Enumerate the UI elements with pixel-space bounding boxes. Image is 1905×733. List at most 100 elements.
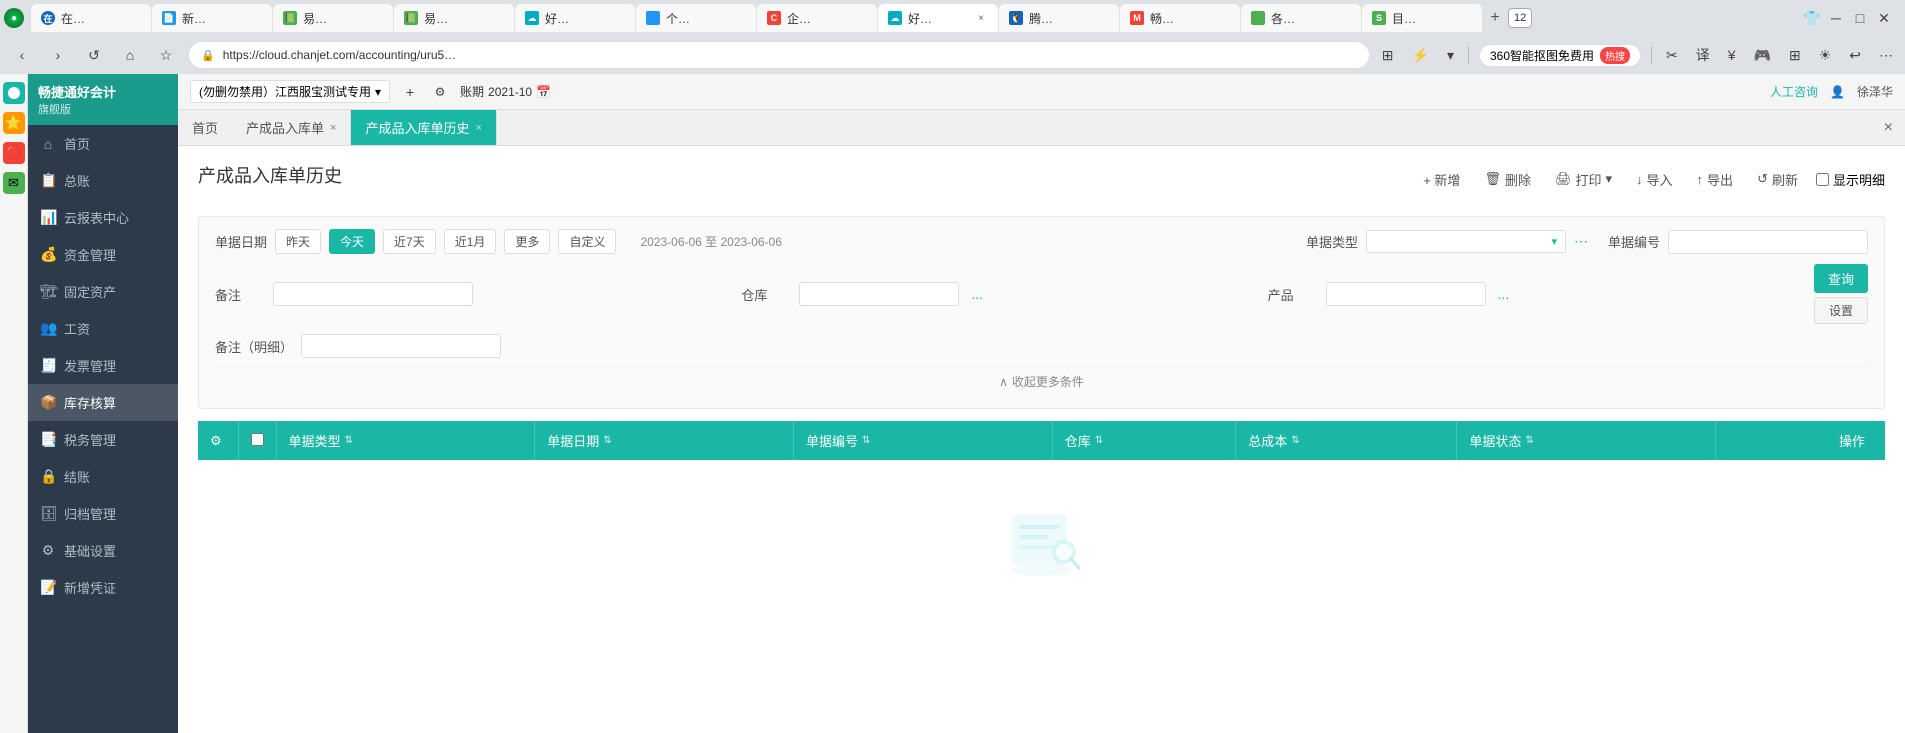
import-button[interactable]: ↓ 导入 [1630,166,1679,193]
filter-settings-button[interactable]: 设置 [1814,297,1868,324]
grid-icon[interactable]: ⊞ [1378,43,1398,68]
home-nav-button[interactable]: ⌂ [116,41,144,69]
breadcrumb-tab-1-close[interactable]: × [330,122,336,134]
tab-count[interactable]: 12 [1508,8,1532,28]
th-checkbox[interactable] [238,421,276,460]
th-number[interactable]: 单据编号 ⇅ [794,421,1053,460]
sidebar-item-assets[interactable]: 🏗 固定资产 [28,273,178,310]
date-btn-1month[interactable]: 近1月 [444,229,497,254]
tab-10[interactable]: M 畅… [1120,4,1240,32]
refresh-nav-button[interactable]: ↺ [80,41,108,69]
tab-2[interactable]: 📄 新… [152,4,272,32]
date-btn-7days[interactable]: 近7天 [383,229,436,254]
sidebar-item-ledger[interactable]: 📋 总账 [28,162,178,199]
export-button[interactable]: ↑ 导出 [1691,166,1740,193]
detail-note-input[interactable] [301,334,501,358]
user-service-button[interactable]: 人工咨询 [1770,83,1818,100]
icon-bar-mail[interactable]: ✉ [3,172,25,194]
translate-icon[interactable]: 译 [1692,41,1714,69]
lightning-icon[interactable]: ⚡ [1408,43,1433,68]
icon-bar-app[interactable] [3,82,25,104]
add-tab-button[interactable]: + [1483,6,1507,30]
browser-search-bar[interactable]: 360智能抠图免费用 热搜 [1479,44,1641,67]
date-btn-more[interactable]: 更多 [504,229,550,254]
gamepad-icon[interactable]: 🎮 [1750,43,1775,68]
close-button[interactable]: ✕ [1877,11,1891,25]
date-btn-today[interactable]: 今天 [329,229,375,254]
url-bar[interactable]: 🔒 https://cloud.chanjet.com/accounting/u… [188,41,1370,69]
display-detail-checkbox[interactable] [1816,173,1829,186]
sidebar-item-settings[interactable]: ⚙ 基础设置 [28,532,178,569]
bookmark-button[interactable]: ☆ [152,41,180,69]
add-company-button[interactable]: + [400,82,420,102]
tab-9-label: 腾… [1029,10,1053,27]
apps-icon[interactable]: ⊞ [1785,43,1805,68]
query-button[interactable]: 查询 [1814,264,1868,293]
tab-3[interactable]: 📗 易… [273,4,393,32]
panel-close-button[interactable]: × [1872,111,1905,145]
shirt-icon[interactable]: 👕 [1805,11,1819,25]
warehouse-dots-button[interactable]: ... [967,286,987,302]
th-cost[interactable]: 总成本 ⇅ [1236,421,1457,460]
th-warehouse[interactable]: 仓库 ⇅ [1052,421,1236,460]
scissors-icon[interactable]: ✂ [1662,43,1682,68]
icon-bar-weibo[interactable]: 🔴 [3,142,25,164]
delete-button[interactable]: 🗑 删除 [1478,166,1537,193]
type-select[interactable]: ▾ [1366,230,1566,253]
print-button[interactable]: 🖨 打印 ▾ [1549,166,1618,193]
refresh-button[interactable]: ↺ 刷新 [1751,166,1804,193]
more-icon[interactable]: ⋯ [1875,43,1897,68]
sun-icon[interactable]: ☀ [1815,43,1836,68]
minimize-button[interactable]: ─ [1829,11,1843,25]
back-button[interactable]: ‹ [8,41,36,69]
tab-6[interactable]: 个… [636,4,756,32]
tab-1[interactable]: 在 在… [31,4,151,32]
th-date[interactable]: 单据日期 ⇅ [535,421,794,460]
tab-11[interactable]: 各… [1241,4,1361,32]
tab-9[interactable]: 🐧 腾… [999,4,1119,32]
tab-5[interactable]: ☁ 好… [515,4,635,32]
tab-7[interactable]: C 企… [757,4,877,32]
tab-8-close[interactable]: × [974,11,988,25]
sidebar-item-newdoc[interactable]: 📝 新增凭证 [28,569,178,606]
sidebar-item-close[interactable]: 🔒 结账 [28,458,178,495]
tab-4[interactable]: 📗 易… [394,4,514,32]
date-btn-yesterday[interactable]: 昨天 [275,229,321,254]
dropdown-icon[interactable]: ▾ [1443,43,1458,68]
sidebar-item-archive[interactable]: 🗄 归档管理 [28,495,178,532]
undo-icon[interactable]: ↩ [1845,43,1865,68]
yuan-icon[interactable]: ¥ [1724,43,1740,67]
select-all-checkbox[interactable] [251,433,264,446]
display-detail[interactable]: 显示明细 [1816,170,1885,189]
th-status[interactable]: 单据状态 ⇅ [1457,421,1716,460]
breadcrumb-tab-1[interactable]: 产成品入库单 × [232,110,351,145]
sidebar-item-reports[interactable]: 📊 云报表中心 [28,199,178,236]
th-gear[interactable]: ⚙ [198,421,238,460]
settings-company-button[interactable]: ⚙ [430,82,450,102]
maximize-button[interactable]: □ [1853,11,1867,25]
number-filter-input[interactable] [1668,230,1868,254]
sidebar-item-finance[interactable]: 💰 资金管理 [28,236,178,273]
sidebar-item-inventory[interactable]: 📦 库存核算 [28,384,178,421]
collapse-filter-button[interactable]: ∧ 收起更多条件 [215,366,1868,396]
warehouse-filter-input[interactable] [799,282,959,306]
add-button[interactable]: + 新增 [1417,166,1466,193]
sidebar-item-tax[interactable]: 📑 税务管理 [28,421,178,458]
company-selector[interactable]: (勿删勿禁用）江西服宝测试专用 ▾ [190,80,390,103]
sidebar-item-payroll[interactable]: 👥 工资 [28,310,178,347]
date-btn-custom[interactable]: 自定义 [558,229,616,254]
sidebar-item-home[interactable]: ⌂ 首页 [28,125,178,162]
note-filter-input[interactable] [273,282,473,306]
breadcrumb-tab-2-close[interactable]: × [475,122,481,134]
forward-button[interactable]: › [44,41,72,69]
sidebar-item-invoice[interactable]: 🧾 发票管理 [28,347,178,384]
tab-8[interactable]: ☁ 好… × [878,4,998,32]
icon-bar-star[interactable]: ⭐ [3,112,25,134]
th-type[interactable]: 单据类型 ⇅ [276,421,535,460]
breadcrumb-home[interactable]: 首页 [178,110,232,145]
product-filter-input[interactable] [1326,282,1486,306]
tab-12[interactable]: S 目… [1362,4,1482,32]
tab-6-label: 个… [666,10,690,27]
breadcrumb-tab-2[interactable]: 产成品入库单历史 × [351,110,496,145]
product-dots-button[interactable]: ... [1494,286,1514,302]
